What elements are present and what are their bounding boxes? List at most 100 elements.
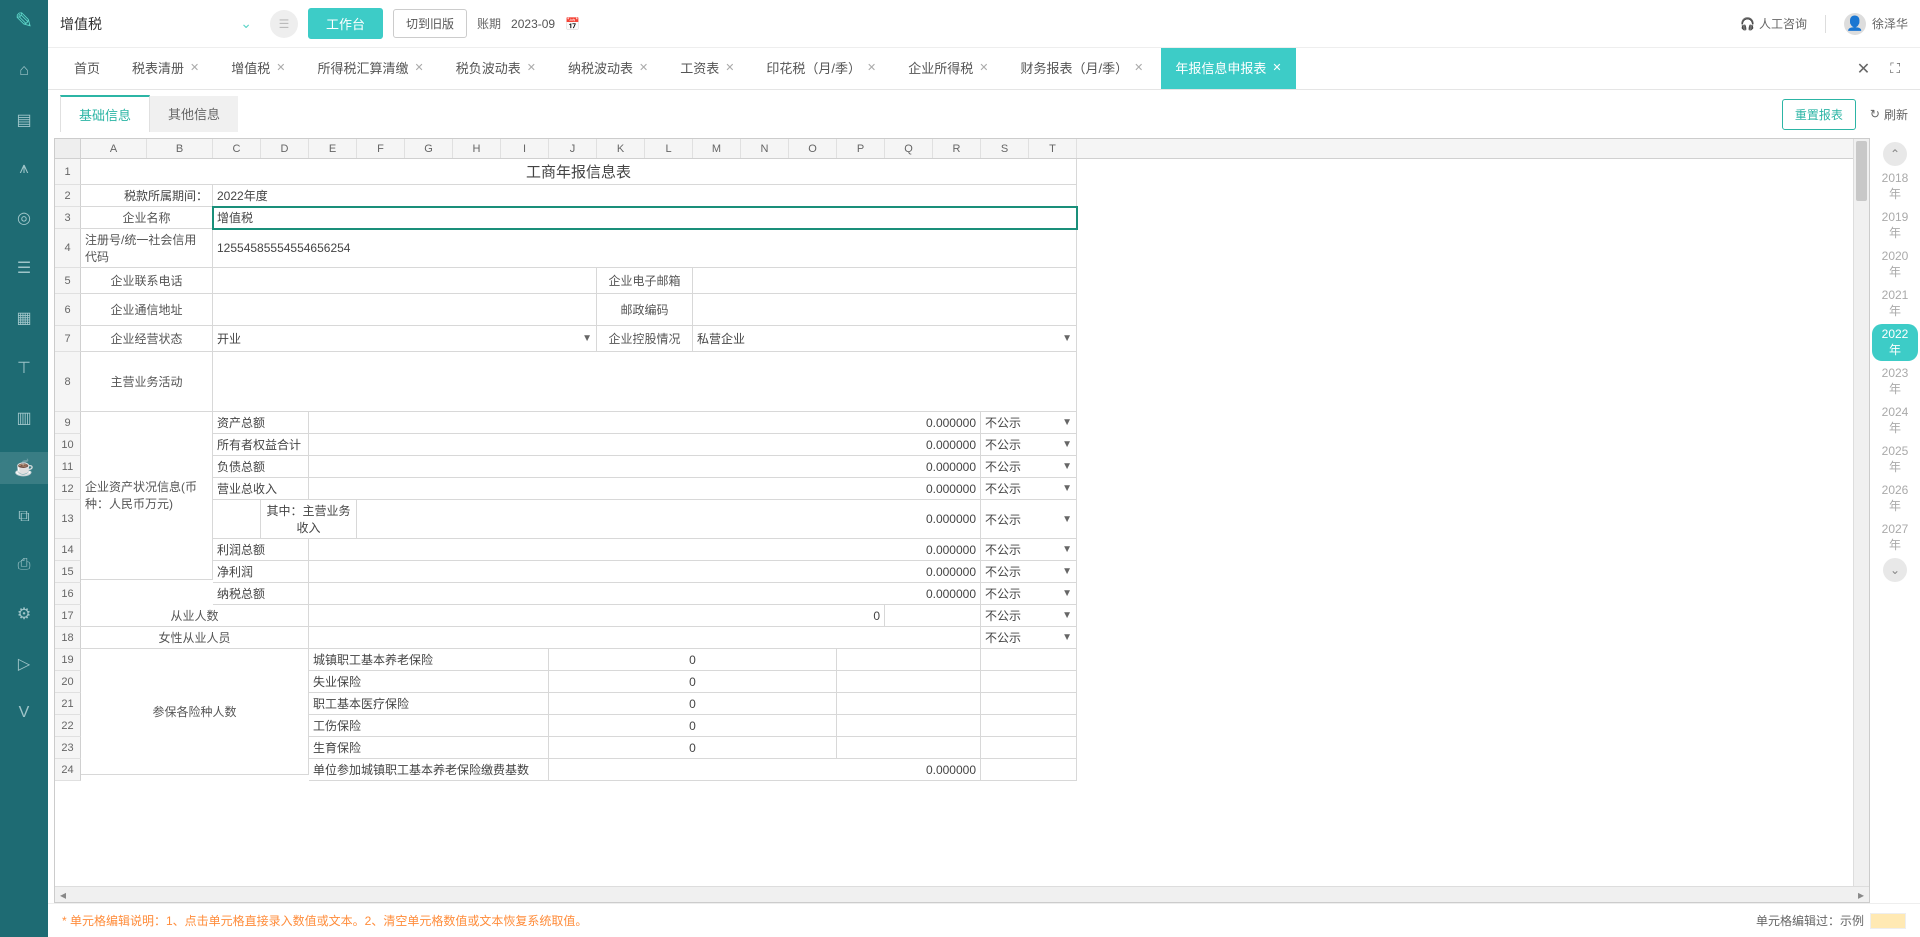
nav-settings-icon[interactable]: ⚙ <box>0 598 48 630</box>
cell[interactable]: 负债总额 <box>213 456 309 478</box>
cell[interactable] <box>693 268 1077 294</box>
user-menu[interactable]: 👤 徐泽华 <box>1844 13 1908 35</box>
cell[interactable] <box>981 759 1077 781</box>
tab-0[interactable]: 首页 <box>60 48 114 89</box>
cell[interactable]: 企业电子邮箱 <box>597 268 693 294</box>
cell[interactable]: 企业经营状态 <box>81 326 213 352</box>
cell[interactable]: 私营企业▼ <box>693 326 1077 352</box>
row-header[interactable]: 5 <box>55 268 81 294</box>
workbench-button[interactable]: 工作台 <box>308 8 383 39</box>
col-header[interactable]: Q <box>885 139 933 158</box>
cell[interactable] <box>837 693 981 715</box>
tab-5[interactable]: 纳税波动表✕ <box>554 48 662 89</box>
col-header[interactable]: B <box>147 139 213 158</box>
close-icon[interactable]: ✕ <box>276 61 285 74</box>
cell[interactable]: 纳税总额 <box>213 583 309 605</box>
cell[interactable]: 不公示▼ <box>981 478 1077 500</box>
close-icon[interactable]: ✕ <box>527 61 536 74</box>
scroll-left-icon[interactable]: ◂ <box>55 888 71 902</box>
row-header[interactable]: 13 <box>55 500 81 539</box>
cell[interactable]: 不公示▼ <box>981 561 1077 583</box>
row-header[interactable]: 1 <box>55 159 81 185</box>
col-header[interactable]: L <box>645 139 693 158</box>
cell[interactable]: 参保各险种人数 <box>81 649 309 775</box>
cell[interactable]: 0 <box>549 737 837 759</box>
cell[interactable] <box>885 605 981 627</box>
vertical-scrollbar[interactable] <box>1853 139 1869 886</box>
cell[interactable]: 邮政编码 <box>597 294 693 326</box>
cell[interactable]: 0 <box>549 649 837 671</box>
col-header[interactable]: H <box>453 139 501 158</box>
col-header[interactable]: S <box>981 139 1029 158</box>
support-link[interactable]: 🎧 人工咨询 <box>1740 15 1807 32</box>
cell[interactable]: 不公示▼ <box>981 412 1077 434</box>
cell[interactable]: 失业保险 <box>309 671 549 693</box>
cell[interactable]: 企业控股情况 <box>597 326 693 352</box>
col-header[interactable]: P <box>837 139 885 158</box>
cell[interactable]: 不公示▼ <box>981 456 1077 478</box>
cell[interactable]: 所有者权益合计 <box>213 434 309 456</box>
cell[interactable] <box>213 268 597 294</box>
row-header[interactable]: 21 <box>55 693 81 715</box>
year-option[interactable]: 2021年 <box>1872 285 1918 322</box>
cell[interactable]: 0.000000 <box>549 759 981 781</box>
cell[interactable]: 0 <box>549 671 837 693</box>
nav-clipboard-icon[interactable]: ☰ <box>0 252 48 284</box>
cell[interactable]: 开业▼ <box>213 326 597 352</box>
cell[interactable] <box>837 671 981 693</box>
row-header[interactable]: 20 <box>55 671 81 693</box>
cell[interactable]: 净利润 <box>213 561 309 583</box>
cell[interactable]: 不公示▼ <box>981 605 1077 627</box>
row-header[interactable]: 4 <box>55 229 81 268</box>
nav-video-icon[interactable]: ▷ <box>0 648 48 680</box>
cell[interactable] <box>981 737 1077 759</box>
cell[interactable]: 从业人数 <box>81 605 309 627</box>
tab-3[interactable]: 所得税汇算清缴✕ <box>303 48 437 89</box>
row-header[interactable]: 11 <box>55 456 81 478</box>
close-icon[interactable]: ✕ <box>979 61 988 74</box>
tab-4[interactable]: 税负波动表✕ <box>442 48 550 89</box>
tab-10[interactable]: 年报信息申报表✕ <box>1161 48 1295 89</box>
nav-chart-icon[interactable]: ⩚ <box>0 154 48 184</box>
fullscreen-icon[interactable]: ⛶ <box>1882 52 1908 85</box>
row-header[interactable]: 14 <box>55 539 81 561</box>
row-header[interactable]: 19 <box>55 649 81 671</box>
cell[interactable]: 0 <box>549 715 837 737</box>
grid-body[interactable]: 1工商年报信息表2税款所属期间：2022年度3企业名称增值税4注册号/统一社会信… <box>55 159 1853 886</box>
cell[interactable] <box>981 671 1077 693</box>
col-header[interactable]: I <box>501 139 549 158</box>
refresh-button[interactable]: ↻ 刷新 <box>1870 106 1908 123</box>
cell[interactable]: 税款所属期间： <box>81 185 213 207</box>
cell[interactable]: 不公示▼ <box>981 434 1077 456</box>
col-header[interactable]: F <box>357 139 405 158</box>
col-header[interactable]: C <box>213 139 261 158</box>
cell[interactable]: 资产总额 <box>213 412 309 434</box>
subtab-1[interactable]: 其他信息 <box>150 96 238 132</box>
calendar-icon[interactable]: 📅 <box>565 17 580 31</box>
cell[interactable]: 女性从业人员 <box>81 627 309 649</box>
cell[interactable]: 企业资产状况信息(币种：人民币万元) <box>81 412 213 580</box>
col-header[interactable]: J <box>549 139 597 158</box>
row-header[interactable]: 17 <box>55 605 81 627</box>
nav-annual-icon[interactable]: ☕ <box>0 452 48 484</box>
nav-tax-icon[interactable]: ⊤ <box>0 352 48 384</box>
close-icon[interactable]: ✕ <box>867 61 876 74</box>
cell[interactable]: 单位参加城镇职工基本养老保险缴费基数 <box>309 759 549 781</box>
cell[interactable] <box>213 500 261 539</box>
year-option[interactable]: 2023年 <box>1872 363 1918 400</box>
nav-money-icon[interactable]: ◎ <box>0 202 48 234</box>
nav-export-icon[interactable]: ⎙ <box>0 550 48 580</box>
year-option[interactable]: 2018年 <box>1872 168 1918 205</box>
col-header[interactable]: D <box>261 139 309 158</box>
close-all-tabs-icon[interactable]: ✕ <box>1849 51 1878 87</box>
close-icon[interactable]: ✕ <box>190 61 199 74</box>
col-header[interactable]: G <box>405 139 453 158</box>
nav-copy-icon[interactable]: ⧉ <box>0 502 48 532</box>
year-option[interactable]: 2022年 <box>1872 324 1918 361</box>
row-header[interactable]: 12 <box>55 478 81 500</box>
cell[interactable]: 不公示▼ <box>981 583 1077 605</box>
cell[interactable]: 不公示▼ <box>981 627 1077 649</box>
col-header[interactable]: K <box>597 139 645 158</box>
col-header[interactable]: N <box>741 139 789 158</box>
tab-1[interactable]: 税表清册✕ <box>118 48 213 89</box>
